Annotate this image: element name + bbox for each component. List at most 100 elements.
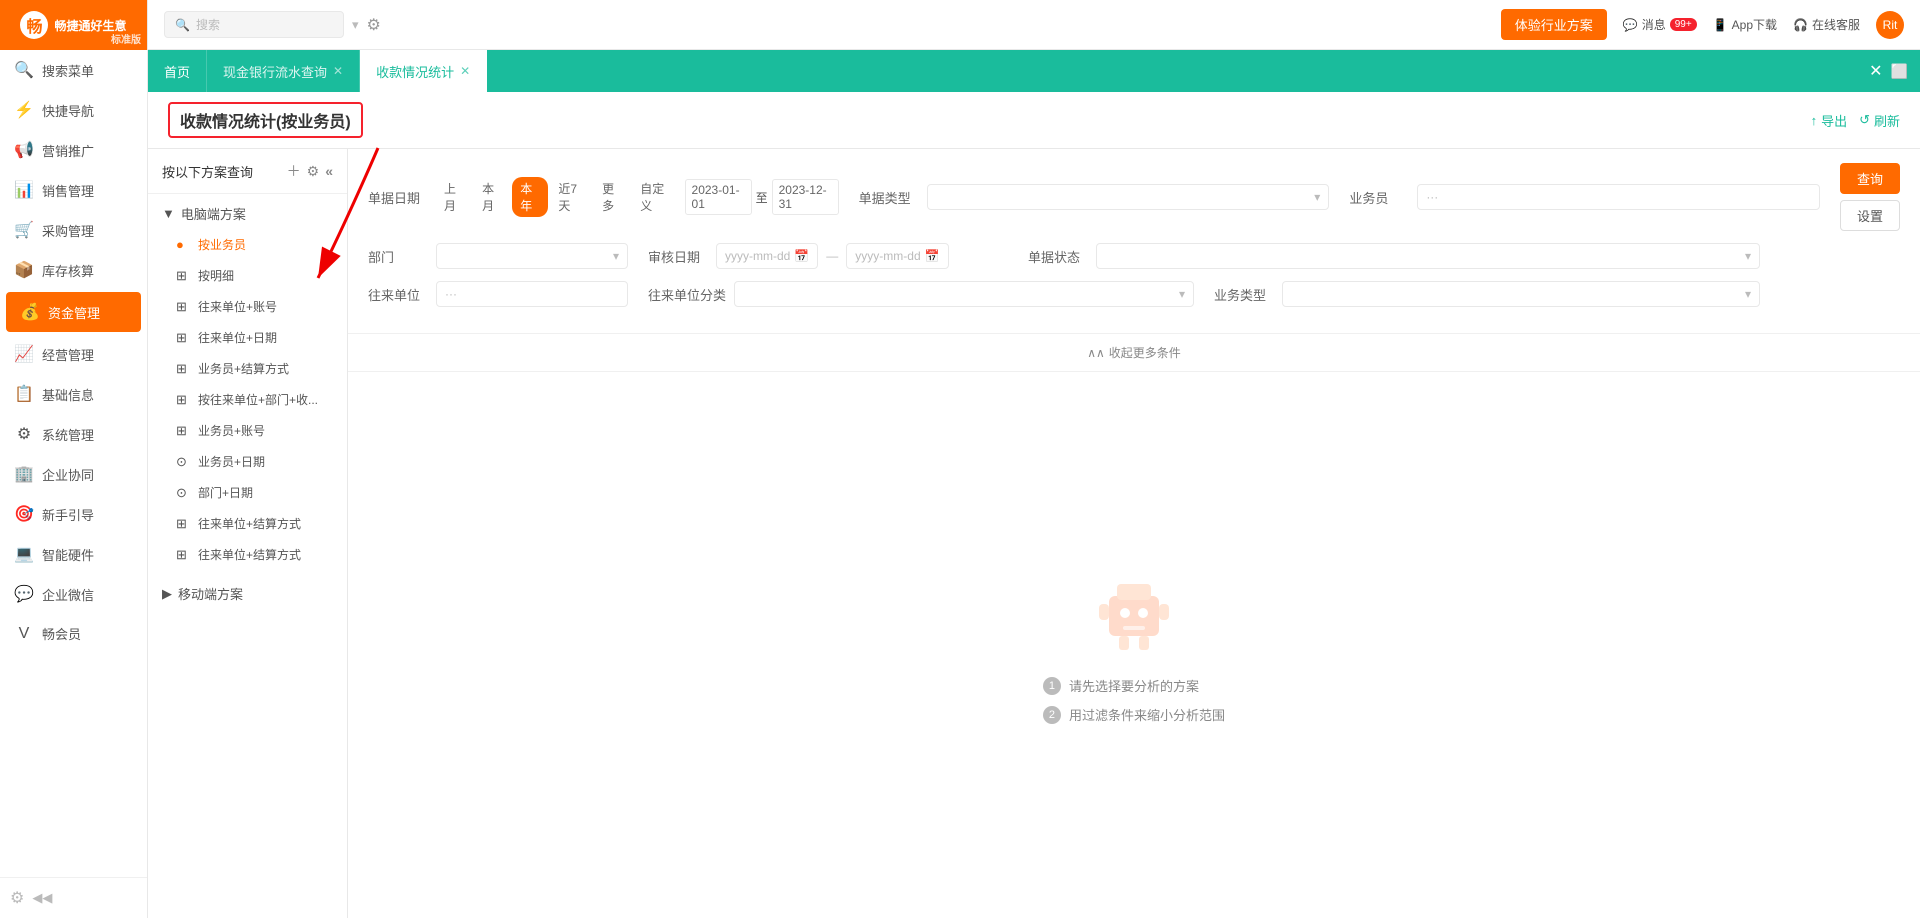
desktop-group-arrow-icon: ▼ xyxy=(162,206,175,221)
docstatus-label: 单据状态 xyxy=(1028,247,1088,266)
sidebar-item-wechat[interactable]: 💬企业微信 xyxy=(0,574,147,614)
add-plan-icon[interactable]: ＋ xyxy=(287,161,301,181)
sidebar-item-sales[interactable]: 📊销售管理 xyxy=(0,170,147,210)
review-to-input[interactable]: yyyy-mm-dd 📅 xyxy=(846,243,948,269)
plan-group-desktop-header[interactable]: ▼ 电脑端方案 xyxy=(148,198,347,229)
dept-input[interactable]: ▾ xyxy=(436,243,628,269)
review-to-placeholder: yyyy-mm-dd xyxy=(855,249,920,263)
date-tab-custom[interactable]: 自定义 xyxy=(632,177,678,217)
counterpart-input[interactable]: ··· xyxy=(436,281,628,307)
biztype-input[interactable]: ▾ xyxy=(1282,281,1760,307)
sidebar-item-basicinfo[interactable]: 📋基础信息 xyxy=(0,374,147,414)
detail-item-icon: ⊞ xyxy=(176,268,192,284)
counterpart-category-label: 往来单位分类 xyxy=(648,285,726,304)
export-btn[interactable]: ↑ 导出 xyxy=(1811,111,1848,130)
sidebar-item-guide[interactable]: 🎯新手引导 xyxy=(0,494,147,534)
sidebar-item-finance[interactable]: 💰资金管理 xyxy=(6,292,141,332)
plan-group-mobile-header[interactable]: ▶ 移动端方案 xyxy=(148,578,347,609)
calendar-icon-from[interactable]: 📅 xyxy=(794,249,809,263)
system-label: 系统管理 xyxy=(42,425,94,444)
date-tab-this-month[interactable]: 本月 xyxy=(474,177,510,217)
mobile-group-label: 移动端方案 xyxy=(178,584,243,603)
doctype-input[interactable]: ▾ xyxy=(927,184,1330,210)
date-tab-last-month[interactable]: 上月 xyxy=(436,177,472,217)
salesperson-account-label: 业务员+账号 xyxy=(198,422,265,439)
tab-bank[interactable]: 现金银行流水查询 ✕ xyxy=(207,50,360,92)
date-to-input[interactable]: 2023-12-31 xyxy=(772,179,839,215)
date-range: 2023-01-01 至 2023-12-31 xyxy=(685,179,839,215)
plan-item-salesperson[interactable]: ● 按业务员 xyxy=(148,229,347,260)
plan-item-unit-dept-collect[interactable]: ⊞ 按往来单位+部门+收... xyxy=(148,384,347,415)
app-download-action[interactable]: 📱 App下载 xyxy=(1713,16,1777,33)
export-icon: ↑ xyxy=(1811,113,1818,128)
salesperson-item-icon: ● xyxy=(176,237,192,252)
bank-tab-label: 现金银行流水查询 xyxy=(223,62,327,81)
collapse-panel-icon[interactable]: « xyxy=(325,163,333,179)
sidebar-item-system[interactable]: ⚙系统管理 xyxy=(0,414,147,454)
date-tab-this-year[interactable]: 本年 xyxy=(512,177,548,217)
plan-item-detail[interactable]: ⊞ 按明细 xyxy=(148,260,347,291)
purchase-icon: 🛒 xyxy=(14,220,34,240)
operation-icon: 📈 xyxy=(14,344,34,364)
plan-item-unit-settle2[interactable]: ⊞ 往来单位+结算方式 xyxy=(148,539,347,570)
plan-item-salesperson-account[interactable]: ⊞ 业务员+账号 xyxy=(148,415,347,446)
dropdown-arrow-icon[interactable]: ▾ xyxy=(352,17,359,33)
sidebar-item-marketing[interactable]: 📢营销推广 xyxy=(0,130,147,170)
biztype-arrow-icon: ▾ xyxy=(1745,287,1751,301)
review-from-input[interactable]: yyyy-mm-dd 📅 xyxy=(716,243,818,269)
sidebar-item-inventory[interactable]: 📦库存核算 xyxy=(0,250,147,290)
salesperson-input[interactable]: ··· xyxy=(1417,184,1820,210)
sidebar-item-purchase[interactable]: 🛒采购管理 xyxy=(0,210,147,250)
query-btn[interactable]: 查询 xyxy=(1840,163,1900,194)
settings-btn[interactable]: 设置 xyxy=(1840,200,1900,231)
date-tab-more[interactable]: 更多 xyxy=(594,177,630,217)
counterpart-category-input[interactable]: ▾ xyxy=(734,281,1194,307)
search-bar[interactable]: 🔍 搜索 xyxy=(164,11,344,38)
desktop-group-label: 电脑端方案 xyxy=(181,204,246,223)
maximize-window-icon[interactable]: ⬜ xyxy=(1891,63,1908,80)
collection-tab-label: 收款情况统计 xyxy=(376,62,454,81)
close-collection-tab-icon[interactable]: ✕ xyxy=(460,64,470,78)
date-tab-7days[interactable]: 近7天 xyxy=(550,177,592,217)
sidebar-item-operation[interactable]: 📈经营管理 xyxy=(0,334,147,374)
docstatus-input[interactable]: ▾ xyxy=(1096,243,1760,269)
collapse-sidebar-btn[interactable]: ◀◀ xyxy=(32,890,52,906)
filter-biztype-item: 业务类型 ▾ xyxy=(1214,281,1760,307)
search-icon: 🔍 xyxy=(175,18,190,32)
settings-footer-icon[interactable]: ⚙ xyxy=(10,888,24,908)
sidebar-item-quicknav[interactable]: ⚡快捷导航 xyxy=(0,90,147,130)
date-from-input[interactable]: 2023-01-01 xyxy=(685,179,752,215)
plan-item-unit-settle1[interactable]: ⊞ 往来单位+结算方式 xyxy=(148,508,347,539)
tab-collection[interactable]: 收款情况统计 ✕ xyxy=(360,50,487,92)
plan-item-salesperson-date[interactable]: ⊙ 业务员+日期 xyxy=(148,446,347,477)
plan-item-unit-date[interactable]: ⊞ 往来单位+日期 xyxy=(148,322,347,353)
plan-item-salesperson-settle[interactable]: ⊞ 业务员+结算方式 xyxy=(148,353,347,384)
topbar-gear-icon[interactable]: ⚙ xyxy=(367,15,381,35)
close-bank-tab-icon[interactable]: ✕ xyxy=(333,64,343,78)
sidebar-item-member[interactable]: V畅会员 xyxy=(0,614,147,653)
doctype-label: 单据类型 xyxy=(859,188,919,207)
messages-action[interactable]: 💬 消息 99+ xyxy=(1623,16,1697,33)
dept-label: 部门 xyxy=(368,247,428,266)
online-service-action[interactable]: 🎧 在线客服 xyxy=(1793,16,1860,33)
settings-plan-icon[interactable]: ⚙ xyxy=(307,163,320,180)
sidebar-item-enterprise[interactable]: 🏢企业协同 xyxy=(0,454,147,494)
salesperson-settle-icon: ⊞ xyxy=(176,361,192,377)
hardware-label: 智能硬件 xyxy=(42,545,94,564)
user-avatar[interactable]: Rit xyxy=(1876,11,1904,39)
close-window-icon[interactable]: ✕ xyxy=(1869,61,1882,81)
plan-item-unit-account[interactable]: ⊞ 往来单位+账号 xyxy=(148,291,347,322)
collapse-bar[interactable]: ∧∧ 收起更多条件 xyxy=(348,334,1920,372)
filter-row-1: 单据日期 上月 本月 本年 近7天 更多 自定义 2023- xyxy=(368,163,1900,231)
tip-1-num: 1 xyxy=(1043,677,1061,695)
calendar-icon-to[interactable]: 📅 xyxy=(925,249,940,263)
trial-btn[interactable]: 体验行业方案 xyxy=(1501,9,1607,40)
sidebar-item-search[interactable]: 🔍搜索菜单 xyxy=(0,50,147,90)
plan-item-dept-date[interactable]: ⊙ 部门+日期 xyxy=(148,477,347,508)
service-icon: 🎧 xyxy=(1793,18,1808,32)
tab-home[interactable]: 首页 xyxy=(148,50,207,92)
refresh-btn[interactable]: ↺ 刷新 xyxy=(1859,111,1900,130)
sidebar-item-hardware[interactable]: 💻智能硬件 xyxy=(0,534,147,574)
refresh-label: 刷新 xyxy=(1874,111,1900,130)
filter-dept-item: 部门 ▾ xyxy=(368,243,628,269)
